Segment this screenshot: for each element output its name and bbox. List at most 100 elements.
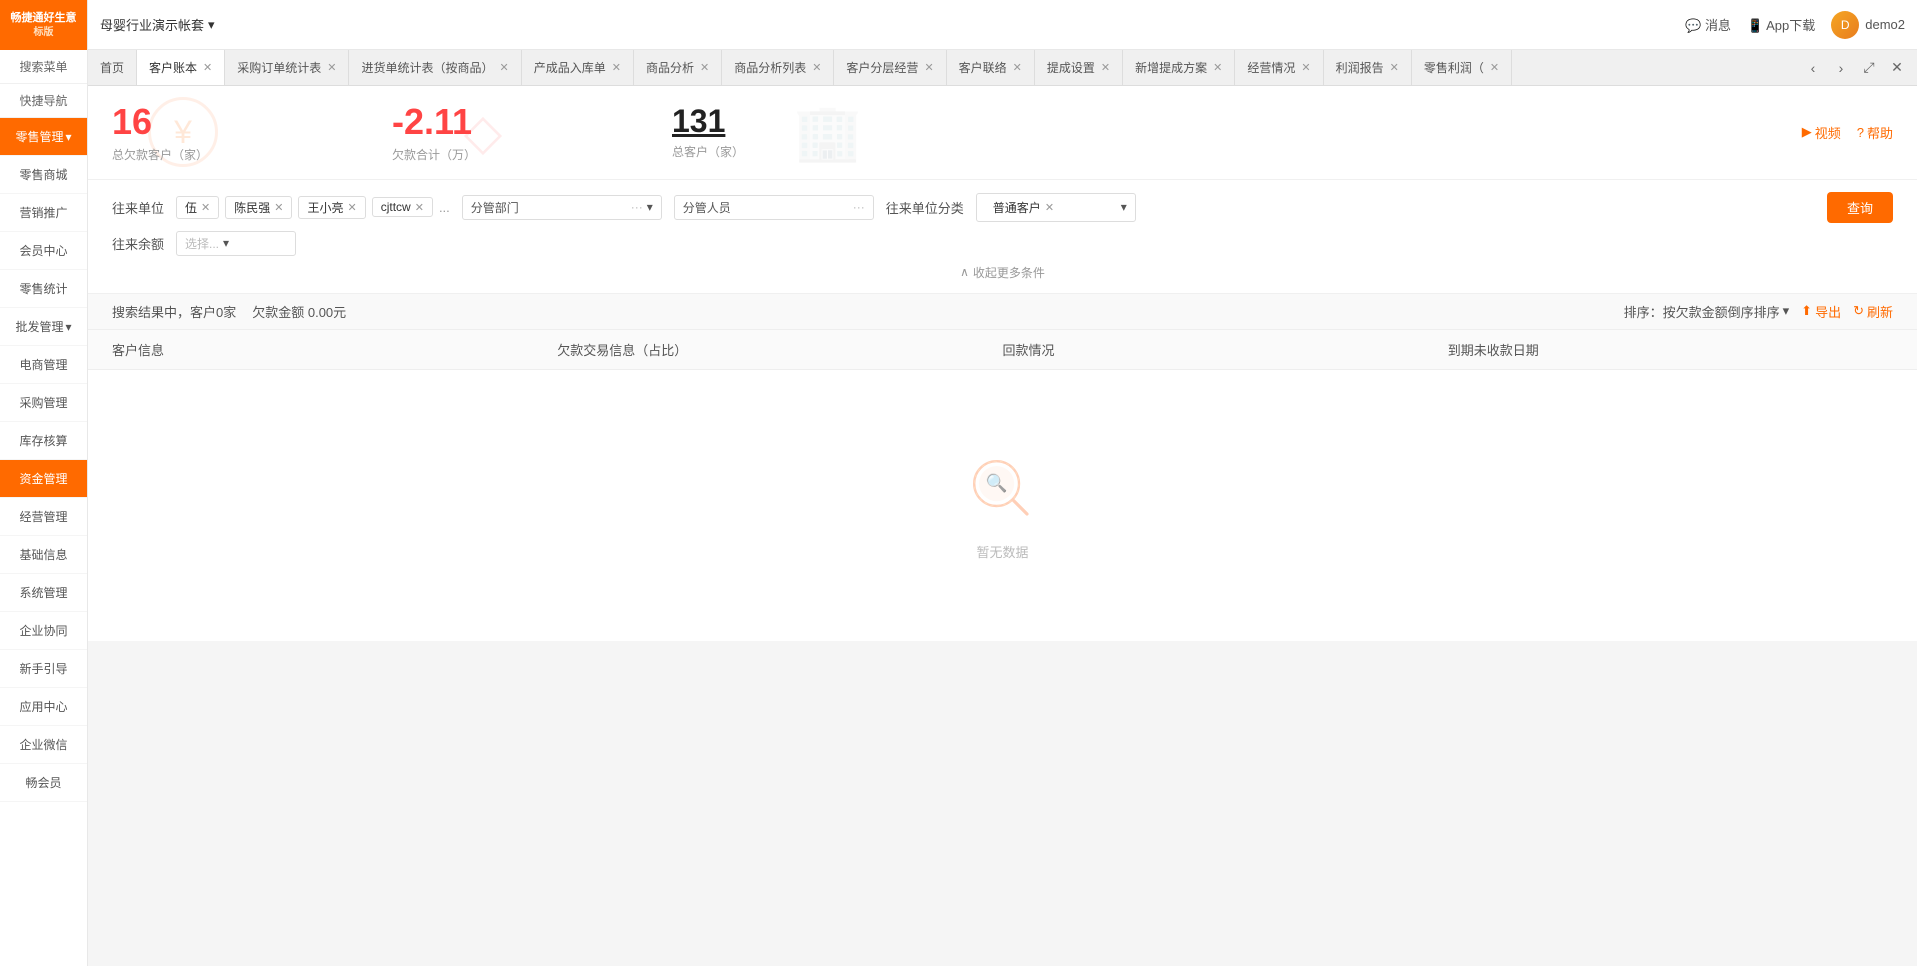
manager-selector[interactable]: 分管人员 ···	[674, 195, 874, 220]
tab-customer-contact[interactable]: 客户联络 ✕	[947, 50, 1035, 86]
result-bar: 搜索结果中，客户0家 欠款金额 0.00元 排序：按欠款金额倒序排序 ▾ ⬆ 导…	[88, 294, 1917, 330]
refresh-button[interactable]: ↻ 刷新	[1853, 302, 1893, 321]
department-dropdown-icon: ▾	[647, 200, 653, 214]
filter-tag-chen-remove[interactable]: ✕	[274, 201, 283, 214]
tab-profit-report[interactable]: 利润报告 ✕	[1324, 50, 1412, 86]
enterprise-selector[interactable]: 母婴行业演示帐套 ▾	[100, 15, 215, 34]
purchase-mgmt-label: 采购管理	[19, 396, 67, 410]
video-label: 视频	[1815, 123, 1841, 142]
stats-row: ¥ 16 总欠款客户（家） ◇ -2.11 欠款合计（万） 🏢 131 总客户（…	[88, 86, 1917, 180]
tab-maximize[interactable]: ⤢	[1857, 56, 1881, 80]
tab-retail-profit[interactable]: 零售利润（ ✕	[1412, 50, 1512, 86]
filter-more-btn[interactable]: ...	[439, 200, 450, 215]
tab-close-customer-contact[interactable]: ✕	[1013, 61, 1022, 74]
manager-more-dots: ···	[853, 200, 865, 214]
tab-new-promo[interactable]: 新增提成方案 ✕	[1123, 50, 1235, 86]
sidebar-item-sys-mgmt[interactable]: 系统管理	[0, 574, 87, 612]
table-header: 客户信息 欠款交易信息（占比） 回款情况 到期未收款日期	[88, 330, 1917, 370]
sidebar-item-ecommerce[interactable]: 电商管理	[0, 346, 87, 384]
tab-customer-contact-label: 客户联络	[959, 59, 1007, 76]
retail-mgmt-label: 零售管理	[15, 128, 63, 145]
col-repay-header: 回款情况	[1003, 340, 1448, 359]
help-link[interactable]: ? 帮助	[1857, 123, 1893, 142]
tab-customer-segment[interactable]: 客户分层经营 ✕	[834, 50, 946, 86]
enterprise-name: 母婴行业演示帐套	[100, 15, 204, 34]
sidebar-item-purchase-mgmt[interactable]: 采购管理	[0, 384, 87, 422]
tab-close-promo-settings[interactable]: ✕	[1101, 61, 1110, 74]
tab-close-customer-account[interactable]: ✕	[203, 61, 212, 74]
tab-purchase-order[interactable]: 采购订单统计表 ✕	[225, 50, 349, 86]
filter-tag-cjttcw-remove[interactable]: ✕	[415, 201, 424, 214]
video-link[interactable]: ▶ 视频	[1802, 123, 1841, 142]
tab-scroll-right[interactable]: ›	[1829, 56, 1853, 80]
filter-tag-wang-remove[interactable]: ✕	[348, 201, 357, 214]
filter-tag-wu[interactable]: 伍 ✕	[176, 196, 219, 219]
tab-close-all[interactable]: ✕	[1885, 56, 1909, 80]
balance-selector[interactable]: 选择... ▾	[176, 231, 296, 256]
sidebar-item-enterprise-wechat[interactable]: 企业微信	[0, 726, 87, 764]
tab-controls: ‹ › ⤢ ✕	[1793, 56, 1917, 80]
tab-close-purchase-order[interactable]: ✕	[327, 61, 336, 74]
message-btn[interactable]: 💬 消息	[1685, 15, 1731, 34]
tab-product-inbound[interactable]: 产成品入库单 ✕	[522, 50, 634, 86]
sidebar-item-marketing[interactable]: 营销推广	[0, 194, 87, 232]
unit-category-selector[interactable]: 普通客户 ✕ ▾	[976, 193, 1136, 222]
tab-promo-settings[interactable]: 提成设置 ✕	[1035, 50, 1123, 86]
app-center-label: 应用中心	[19, 700, 67, 714]
tab-product-analysis-label: 商品分析	[646, 59, 694, 76]
tab-close-operations[interactable]: ✕	[1301, 61, 1310, 74]
tab-close-retail-profit[interactable]: ✕	[1490, 61, 1499, 74]
tab-close-new-promo[interactable]: ✕	[1213, 61, 1222, 74]
sidebar-item-retail-mall[interactable]: 零售商城	[0, 156, 87, 194]
sidebar-item-batch-mgmt[interactable]: 批发管理 ▾	[0, 308, 87, 346]
export-icon: ⬆	[1801, 303, 1812, 319]
tab-home-label: 首页	[100, 59, 124, 76]
tab-customer-account[interactable]: 客户账本 ✕	[137, 50, 225, 86]
tab-close-product-analysis-list[interactable]: ✕	[812, 61, 821, 74]
tab-close-profit-report[interactable]: ✕	[1390, 61, 1399, 74]
sort-button[interactable]: 排序：按欠款金额倒序排序 ▾	[1624, 302, 1790, 321]
tab-operations[interactable]: 经营情况 ✕	[1235, 50, 1323, 86]
filter-tag-normal-customer[interactable]: 普通客户 ✕	[985, 197, 1062, 218]
filter-tag-chen[interactable]: 陈民强 ✕	[225, 196, 292, 219]
sidebar-item-basic-info[interactable]: 基础信息	[0, 536, 87, 574]
sidebar-item-enterprise-coop[interactable]: 企业协同	[0, 612, 87, 650]
app-logo: 畅捷通好生意 标版	[0, 0, 87, 50]
tab-home[interactable]: 首页	[88, 50, 137, 86]
sidebar-item-quick-nav[interactable]: 快捷导航	[0, 84, 87, 118]
filter-tag-wu-remove[interactable]: ✕	[201, 201, 210, 214]
sidebar-item-search-menu[interactable]: 搜索菜单	[0, 50, 87, 84]
stat-total-debtors-label: 总欠款客户（家）	[112, 146, 208, 163]
tab-scroll-left[interactable]: ‹	[1801, 56, 1825, 80]
sidebar-item-retail-mgmt[interactable]: 零售管理 ▾	[0, 118, 87, 156]
sidebar-item-operations-mgmt[interactable]: 经营管理	[0, 498, 87, 536]
tab-close-product-inbound[interactable]: ✕	[612, 61, 621, 74]
sidebar-item-finance[interactable]: 资金管理	[0, 460, 87, 498]
avatar: D	[1831, 11, 1859, 39]
tab-close-inbound-stat[interactable]: ✕	[500, 61, 509, 74]
sidebar-item-app-center[interactable]: 应用中心	[0, 688, 87, 726]
tab-close-customer-segment[interactable]: ✕	[924, 61, 933, 74]
export-label: 导出	[1815, 302, 1841, 321]
department-selector[interactable]: 分管部门 ··· ▾	[462, 195, 662, 220]
query-button[interactable]: 查询	[1827, 192, 1893, 223]
app-download-btn[interactable]: 📱 App下载	[1747, 15, 1815, 34]
tab-product-analysis[interactable]: 商品分析 ✕	[634, 50, 722, 86]
filter-tag-wang[interactable]: 王小亮 ✕	[298, 196, 365, 219]
sidebar-item-vip-member[interactable]: 畅会员	[0, 764, 87, 802]
tab-inbound-stat[interactable]: 进货单统计表（按商品） ✕	[349, 50, 521, 86]
sort-area: 排序：按欠款金额倒序排序 ▾ ⬆ 导出 ↻ 刷新	[1624, 302, 1893, 321]
sidebar-item-inventory[interactable]: 库存核算	[0, 422, 87, 460]
sidebar-item-new-guide[interactable]: 新手引导	[0, 650, 87, 688]
sidebar-item-retail-stat[interactable]: 零售统计	[0, 270, 87, 308]
filter-tag-cjttcw[interactable]: cjttcw ✕	[372, 197, 433, 217]
tab-close-product-analysis[interactable]: ✕	[700, 61, 709, 74]
unit-category-value: 普通客户	[993, 199, 1041, 216]
user-profile[interactable]: D demo2	[1831, 11, 1905, 39]
export-button[interactable]: ⬆ 导出	[1801, 302, 1841, 321]
unit-category-remove[interactable]: ✕	[1045, 201, 1054, 214]
sidebar-item-member-center[interactable]: 会员中心	[0, 232, 87, 270]
tab-product-analysis-list[interactable]: 商品分析列表 ✕	[722, 50, 834, 86]
collapse-more-btn[interactable]: ∧ 收起更多条件	[112, 264, 1893, 281]
stat-total-debtors-value: 16	[112, 102, 152, 142]
